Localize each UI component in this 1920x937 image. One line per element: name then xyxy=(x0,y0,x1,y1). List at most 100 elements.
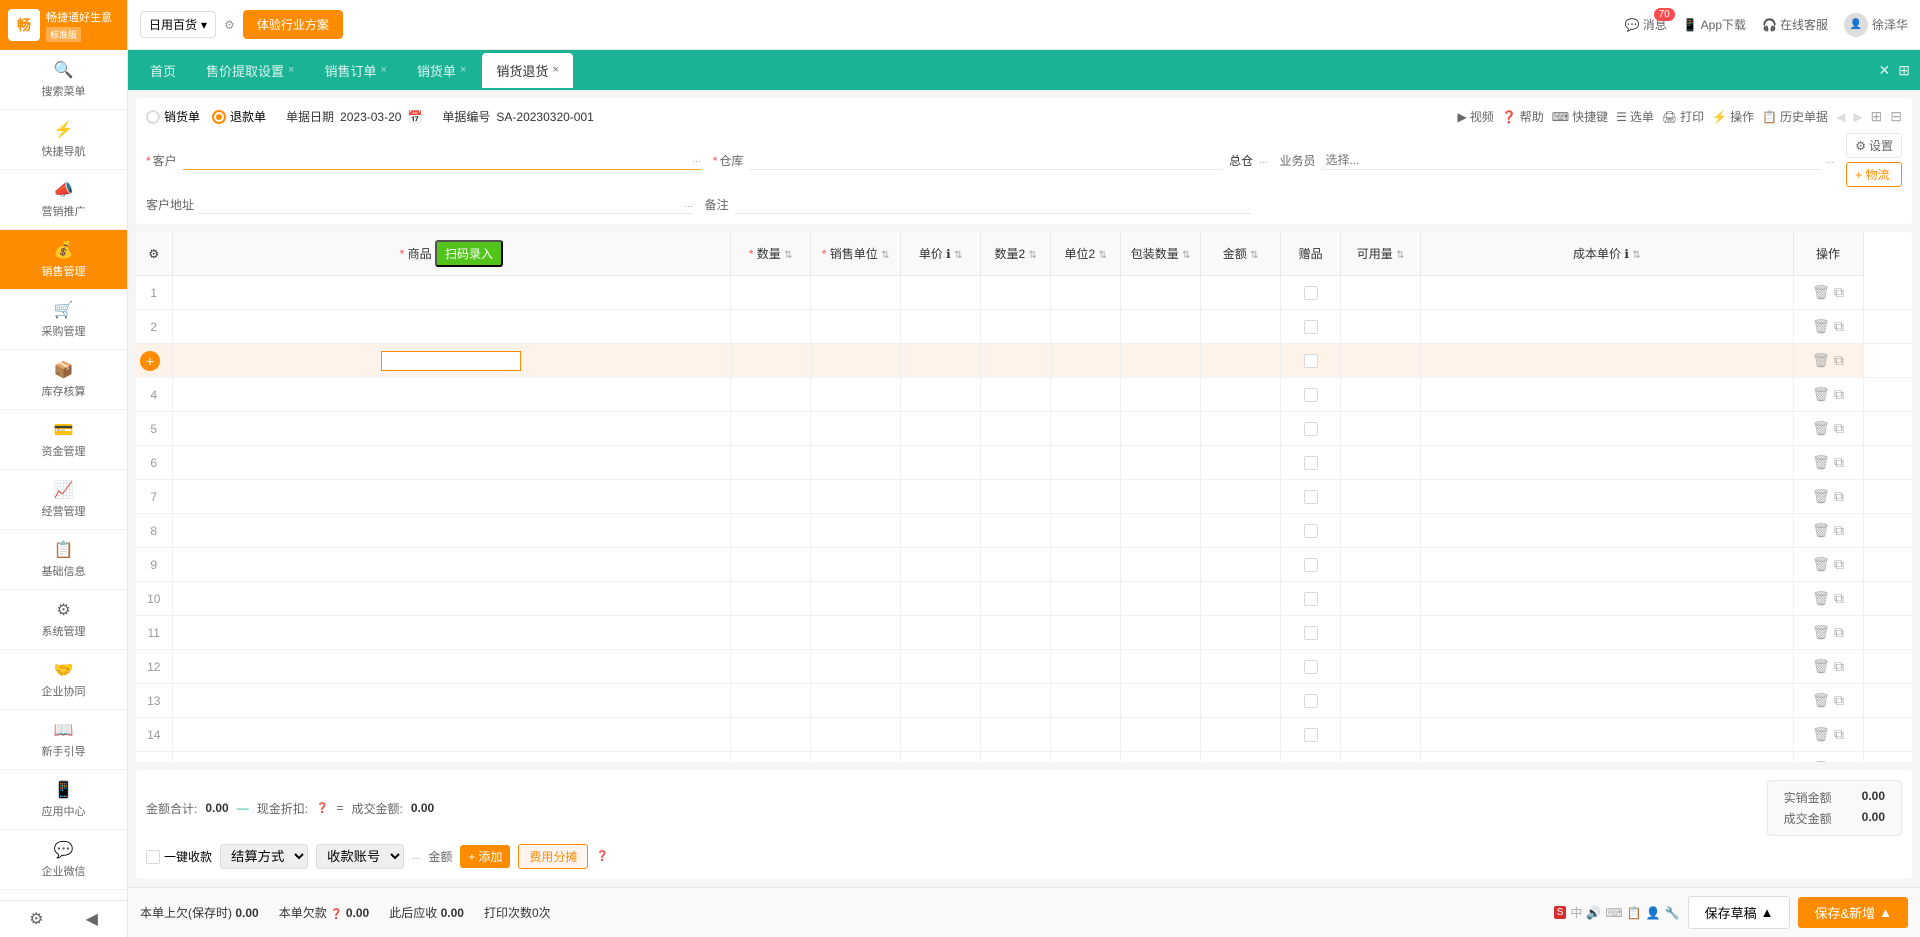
sidebar-item-7[interactable]: 📈 经营管理 xyxy=(0,470,127,530)
tab-close-2[interactable]: × xyxy=(380,64,386,76)
gift-checkbox-15[interactable] xyxy=(1304,762,1318,763)
cell-available-1[interactable] xyxy=(1341,276,1421,310)
cell-product-1[interactable] xyxy=(172,276,731,310)
sidebar-item-11[interactable]: 📖 新手引导 xyxy=(0,710,127,770)
cell-sales-unit-5[interactable] xyxy=(811,412,901,446)
gift-checkbox-12[interactable] xyxy=(1304,660,1318,674)
sidebar-collapse-btn[interactable]: ◀ xyxy=(86,909,98,929)
cell-unit-price-9[interactable] xyxy=(901,548,981,582)
delete-row-btn-2[interactable]: 🗑 xyxy=(1812,318,1830,335)
gift-checkbox-8[interactable] xyxy=(1304,524,1318,538)
cell-cost-price-12[interactable] xyxy=(1421,650,1793,684)
cell-amount-4[interactable] xyxy=(1201,378,1281,412)
cell-quantity-4[interactable] xyxy=(731,378,811,412)
cell-cost-price-13[interactable] xyxy=(1421,684,1793,718)
logistics-btn[interactable]: + 物流 xyxy=(1846,162,1902,187)
cell-amount-9[interactable] xyxy=(1201,548,1281,582)
message-btn[interactable]: 💬 消息 70 xyxy=(1625,16,1667,33)
sidebar-item-10[interactable]: 🤝 企业协同 xyxy=(0,650,127,710)
cell-available-15[interactable] xyxy=(1341,752,1421,763)
cell-unit-price-8[interactable] xyxy=(901,514,981,548)
cell-sales-unit-8[interactable] xyxy=(811,514,901,548)
cell-unit2-10[interactable] xyxy=(1051,582,1121,616)
cell-quantity-2[interactable] xyxy=(731,310,811,344)
sidebar-item-8[interactable]: 📋 基础信息 xyxy=(0,530,127,590)
cell-unit2-6[interactable] xyxy=(1051,446,1121,480)
cell-product-10[interactable] xyxy=(172,582,731,616)
cell-amount-1[interactable] xyxy=(1201,276,1281,310)
one-click-checkbox[interactable]: 一键收款 xyxy=(146,848,212,865)
expense-btn[interactable]: 费用分摊 xyxy=(518,844,588,869)
cell-pack-qty-7[interactable] xyxy=(1121,480,1201,514)
tab-2[interactable]: 销售订单× xyxy=(310,53,400,88)
copy-row-btn-4[interactable]: ⧉ xyxy=(1834,386,1844,403)
copy-row-btn-6[interactable]: ⧉ xyxy=(1834,454,1844,471)
cell-qty2-13[interactable] xyxy=(981,684,1051,718)
tab-close-3[interactable]: × xyxy=(460,64,466,76)
sidebar-item-2[interactable]: 📣 营销推广 xyxy=(0,170,127,230)
copy-row-btn-2[interactable]: ⧉ xyxy=(1834,318,1844,335)
cell-sales-unit-2[interactable] xyxy=(811,310,901,344)
cell-amount-12[interactable] xyxy=(1201,650,1281,684)
cell-sales-unit-9[interactable] xyxy=(811,548,901,582)
cell-quantity-7[interactable] xyxy=(731,480,811,514)
cell-unit2-11[interactable] xyxy=(1051,616,1121,650)
cell-amount-6[interactable] xyxy=(1201,446,1281,480)
cell-qty2-8[interactable] xyxy=(981,514,1051,548)
cell-cost-price-10[interactable] xyxy=(1421,582,1793,616)
cell-quantity-13[interactable] xyxy=(731,684,811,718)
sidebar-item-1[interactable]: ⚡ 快捷导航 xyxy=(0,110,127,170)
sidebar-item-14[interactable]: 👑 畅会员 xyxy=(0,890,127,900)
one-click-check[interactable] xyxy=(146,850,160,864)
cell-cost-price-3[interactable] xyxy=(1421,344,1793,378)
delete-row-btn-15[interactable]: 🗑 xyxy=(1812,760,1830,762)
cell-quantity-8[interactable] xyxy=(731,514,811,548)
cell-product-13[interactable] xyxy=(172,684,731,718)
print-btn[interactable]: 🖨 打印 xyxy=(1662,108,1704,125)
cell-cost-price-8[interactable] xyxy=(1421,514,1793,548)
cell-cost-price-14[interactable] xyxy=(1421,718,1793,752)
cell-cost-price-1[interactable] xyxy=(1421,276,1793,310)
cell-product-2[interactable] xyxy=(172,310,731,344)
delete-row-btn-14[interactable]: 🗑 xyxy=(1812,726,1830,743)
gift-checkbox-4[interactable] xyxy=(1304,388,1318,402)
cell-pack-qty-8[interactable] xyxy=(1121,514,1201,548)
delete-row-btn-4[interactable]: 🗑 xyxy=(1812,386,1830,403)
cell-product-15[interactable] xyxy=(172,752,731,763)
account-select[interactable]: 收款账号 xyxy=(316,844,404,869)
sidebar-item-6[interactable]: 💳 资金管理 xyxy=(0,410,127,470)
cell-sales-unit-7[interactable] xyxy=(811,480,901,514)
cell-available-11[interactable] xyxy=(1341,616,1421,650)
delete-row-btn-5[interactable]: 🗑 xyxy=(1812,420,1830,437)
cell-quantity-12[interactable] xyxy=(731,650,811,684)
cell-available-4[interactable] xyxy=(1341,378,1421,412)
cell-available-2[interactable] xyxy=(1341,310,1421,344)
cell-unit2-9[interactable] xyxy=(1051,548,1121,582)
copy-row-btn-5[interactable]: ⧉ xyxy=(1834,420,1844,437)
cell-available-5[interactable] xyxy=(1341,412,1421,446)
gift-checkbox-2[interactable] xyxy=(1304,320,1318,334)
cell-available-7[interactable] xyxy=(1341,480,1421,514)
scan-btn[interactable]: 扫码录入 xyxy=(435,240,503,267)
cell-cost-price-15[interactable] xyxy=(1421,752,1793,763)
cell-pack-qty-6[interactable] xyxy=(1121,446,1201,480)
save-draft-btn[interactable]: 保存草稿 ▲ xyxy=(1688,896,1791,929)
delete-row-btn-12[interactable]: 🗑 xyxy=(1812,658,1830,675)
cell-sales-unit-1[interactable] xyxy=(811,276,901,310)
gift-checkbox-13[interactable] xyxy=(1304,694,1318,708)
sidebar-item-5[interactable]: 📦 库存核算 xyxy=(0,350,127,410)
copy-row-btn-10[interactable]: ⧉ xyxy=(1834,590,1844,607)
gift-checkbox-5[interactable] xyxy=(1304,422,1318,436)
copy-row-btn-8[interactable]: ⧉ xyxy=(1834,522,1844,539)
cell-cost-price-6[interactable] xyxy=(1421,446,1793,480)
shortcut-btn[interactable]: ⌨ 快捷键 xyxy=(1552,108,1608,125)
copy-row-btn-12[interactable]: ⧉ xyxy=(1834,658,1844,675)
delete-row-btn-1[interactable]: 🗑 xyxy=(1812,284,1830,301)
cell-qty2-3[interactable] xyxy=(981,344,1051,378)
cell-cost-price-2[interactable] xyxy=(1421,310,1793,344)
tab-3[interactable]: 销货单× xyxy=(403,53,480,88)
cell-cost-price-11[interactable] xyxy=(1421,616,1793,650)
cell-amount-10[interactable] xyxy=(1201,582,1281,616)
cell-pack-qty-4[interactable] xyxy=(1121,378,1201,412)
cell-unit2-12[interactable] xyxy=(1051,650,1121,684)
